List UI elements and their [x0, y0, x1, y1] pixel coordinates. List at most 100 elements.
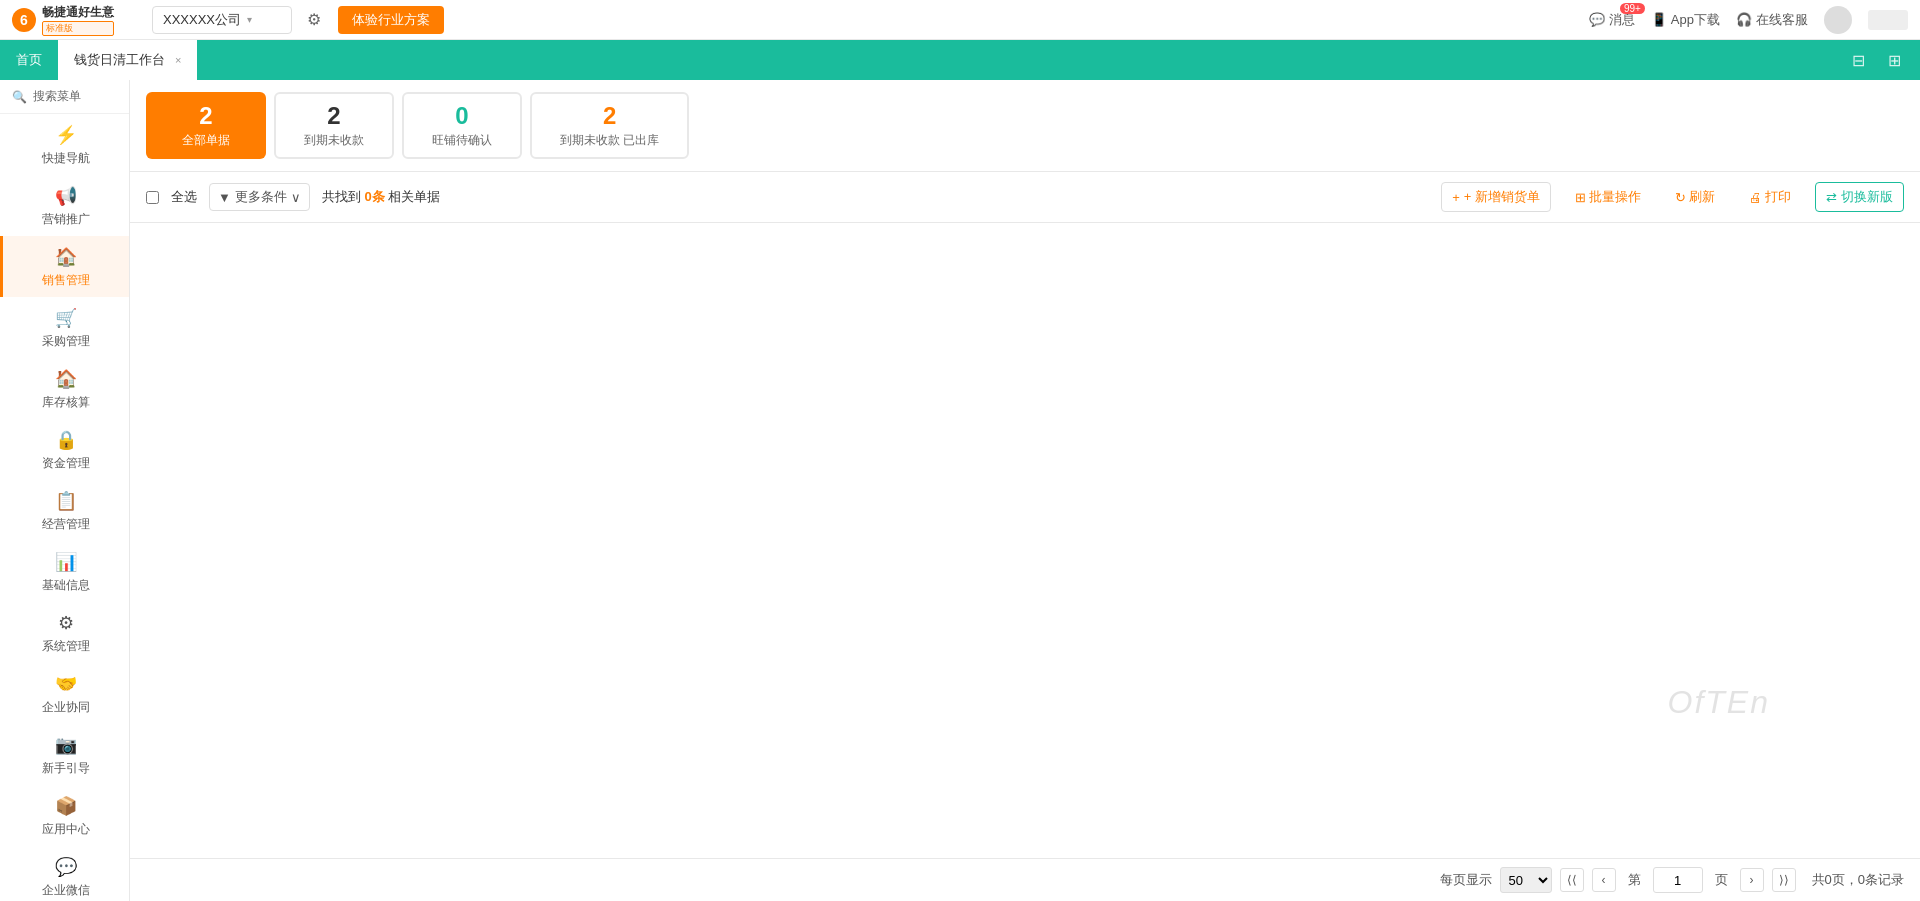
- select-all-label: 全选: [171, 188, 197, 206]
- company-selector[interactable]: XXXXXX公司 ▾: [152, 6, 292, 34]
- page-input[interactable]: [1653, 867, 1703, 893]
- filter-button[interactable]: ▼ 更多条件 ∨: [209, 183, 310, 211]
- sidebar-item-label: 企业微信: [42, 882, 90, 899]
- sidebar-item-app-center[interactable]: 📦 应用中心: [0, 785, 129, 846]
- message-button[interactable]: 💬 消息 99+: [1589, 11, 1635, 29]
- refresh-button[interactable]: ↻ 刷新: [1665, 183, 1725, 211]
- wechat-icon: 💬: [55, 856, 77, 878]
- sidebar-item-label: 快捷导航: [42, 150, 90, 167]
- header-right: 💬 消息 99+ 📱 App下载 🎧 在线客服: [1589, 6, 1908, 34]
- cooperation-icon: 🤝: [55, 673, 77, 695]
- card-shipped-label: 到期未收款 已出库: [560, 132, 659, 149]
- page-label: 第: [1628, 871, 1641, 889]
- sidebar-item-inventory[interactable]: 🏠 库存核算: [0, 358, 129, 419]
- sidebar-item-label: 企业协同: [42, 699, 90, 716]
- card-overdue-label: 到期未收款: [304, 132, 364, 149]
- sidebar-item-label: 基础信息: [42, 577, 90, 594]
- select-all-checkbox[interactable]: [146, 191, 159, 204]
- switch-version-button[interactable]: ⇄ 切换新版: [1815, 182, 1904, 212]
- experience-button[interactable]: 体验行业方案: [338, 6, 444, 34]
- guide-icon: 📷: [55, 734, 77, 756]
- username: [1868, 10, 1908, 30]
- table-area: [130, 223, 1920, 858]
- refresh-label: 刷新: [1689, 188, 1715, 206]
- sidebar-item-label: 销售管理: [42, 272, 90, 289]
- download-icon: 📱: [1651, 12, 1667, 27]
- finance-icon: 🔒: [55, 429, 77, 451]
- toolbar: 全选 ▼ 更多条件 ∨ 共找到 0条 相关单据 + + 新增销货单 ⊞ 批量操作: [130, 172, 1920, 223]
- print-icon: 🖨: [1749, 190, 1762, 205]
- per-page-label: 每页显示: [1440, 871, 1492, 889]
- card-overdue[interactable]: 2 到期未收款: [274, 92, 394, 159]
- online-service-label: 在线客服: [1756, 11, 1808, 29]
- inventory-icon: 🏠: [55, 368, 77, 390]
- filter-icon: ▼: [218, 190, 231, 205]
- card-all[interactable]: 2 全部单据: [146, 92, 266, 159]
- home-tab-label: 首页: [16, 51, 42, 69]
- sidebar-item-label: 采购管理: [42, 333, 90, 350]
- card-pending[interactable]: 0 旺铺待确认: [402, 92, 522, 159]
- search-menu-button[interactable]: 🔍 搜索菜单: [0, 80, 129, 114]
- quick-nav-icon: ⚡: [55, 124, 77, 146]
- sidebar-item-marketing[interactable]: 📢 营销推广: [0, 175, 129, 236]
- card-shipped-count: 2: [603, 102, 616, 130]
- per-page-select[interactable]: 50 10 20 100: [1500, 867, 1552, 893]
- batch-icon: ⊞: [1575, 190, 1586, 205]
- settings-button[interactable]: ⚙: [300, 6, 328, 34]
- sales-icon: 🏠: [55, 246, 77, 268]
- page-first-button[interactable]: ⟨⟨: [1560, 868, 1584, 892]
- sidebar-item-finance[interactable]: 🔒 资金管理: [0, 419, 129, 480]
- sidebar-item-label: 资金管理: [42, 455, 90, 472]
- basic-info-icon: 📊: [55, 551, 77, 573]
- system-icon: ⚙: [58, 612, 74, 634]
- switch-icon: ⇄: [1826, 190, 1837, 205]
- total-info: 共0页，0条记录: [1812, 871, 1904, 889]
- card-overdue-count: 2: [327, 102, 340, 130]
- tab-home[interactable]: 首页: [0, 40, 58, 80]
- tabs-bar: 首页 钱货日清工作台 × ⊟ ⊞: [0, 40, 1920, 80]
- message-icon: 💬: [1589, 12, 1605, 27]
- sidebar: 🔍 搜索菜单 ⚡ 快捷导航 📢 营销推广 🏠 销售管理 🛒 采购管理 🏠 库存核…: [0, 80, 130, 901]
- found-suffix: 相关单据: [388, 189, 440, 204]
- sidebar-item-label: 新手引导: [42, 760, 90, 777]
- found-count: 0条: [365, 189, 385, 204]
- page-prev-button[interactable]: ‹: [1592, 868, 1616, 892]
- sidebar-item-guide[interactable]: 📷 新手引导: [0, 724, 129, 785]
- sidebar-item-sales[interactable]: 🏠 销售管理: [0, 236, 129, 297]
- add-order-button[interactable]: + + 新增销货单: [1441, 182, 1551, 212]
- online-service-button[interactable]: 🎧 在线客服: [1736, 11, 1808, 29]
- switch-label: 切换新版: [1841, 188, 1893, 206]
- print-button[interactable]: 🖨 打印: [1739, 183, 1801, 211]
- chevron-icon: ∨: [291, 190, 301, 205]
- app-center-icon: 📦: [55, 795, 77, 817]
- print-label: 打印: [1765, 188, 1791, 206]
- avatar[interactable]: [1824, 6, 1852, 34]
- tab-work-platform[interactable]: 钱货日清工作台 ×: [58, 40, 197, 80]
- chevron-down-icon: ▾: [247, 14, 252, 25]
- tab-maximize-button[interactable]: ⊞: [1880, 46, 1908, 74]
- sidebar-item-label: 经营管理: [42, 516, 90, 533]
- page-last-button[interactable]: ⟩⟩: [1772, 868, 1796, 892]
- tab-minimize-button[interactable]: ⊟: [1844, 46, 1872, 74]
- page-of-label: 页: [1715, 871, 1728, 889]
- search-menu-label: 搜索菜单: [33, 88, 81, 105]
- pagination: 每页显示 50 10 20 100 ⟨⟨ ‹ 第 页 › ⟩⟩ 共0页，0条记录: [130, 858, 1920, 901]
- found-text: 共找到 0条 相关单据: [322, 188, 440, 206]
- toolbar-right: + + 新增销货单 ⊞ 批量操作 ↻ 刷新 🖨 打印 ⇄ 切换新版: [1441, 182, 1904, 212]
- sidebar-item-wechat[interactable]: 💬 企业微信: [0, 846, 129, 901]
- card-shipped[interactable]: 2 到期未收款 已出库: [530, 92, 689, 159]
- sidebar-item-purchase[interactable]: 🛒 采购管理: [0, 297, 129, 358]
- sidebar-item-basic-info[interactable]: 📊 基础信息: [0, 541, 129, 602]
- sidebar-item-cooperation[interactable]: 🤝 企业协同: [0, 663, 129, 724]
- page-next-button[interactable]: ›: [1740, 868, 1764, 892]
- summary-cards: 2 全部单据 2 到期未收款 0 旺铺待确认 2 到期未收款 已出库: [130, 80, 1920, 172]
- sidebar-item-label: 应用中心: [42, 821, 90, 838]
- tab-close-icon[interactable]: ×: [175, 54, 181, 66]
- plus-icon: +: [1452, 190, 1460, 205]
- add-order-label: + 新增销货单: [1464, 188, 1540, 206]
- app-download-button[interactable]: 📱 App下载: [1651, 11, 1720, 29]
- batch-button[interactable]: ⊞ 批量操作: [1565, 183, 1651, 211]
- sidebar-item-system[interactable]: ⚙ 系统管理: [0, 602, 129, 663]
- sidebar-item-quick-nav[interactable]: ⚡ 快捷导航: [0, 114, 129, 175]
- sidebar-item-operations[interactable]: 📋 经营管理: [0, 480, 129, 541]
